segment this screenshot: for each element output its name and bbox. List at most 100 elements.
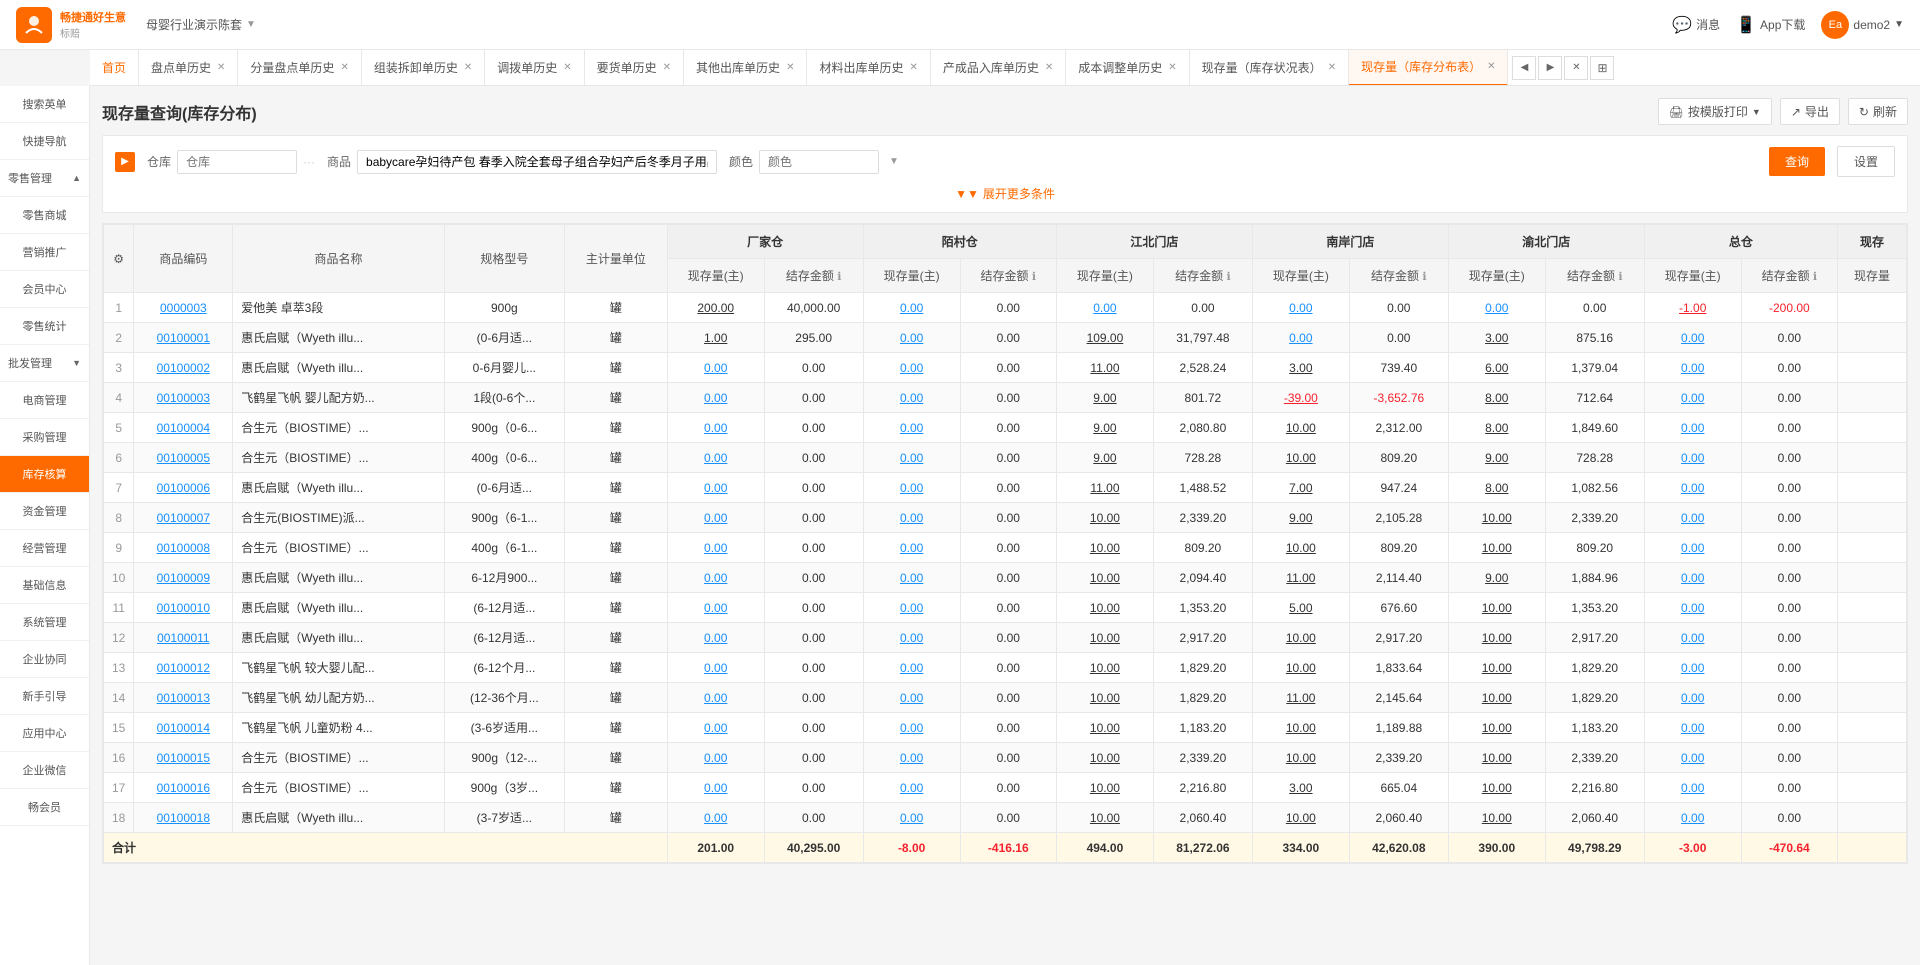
row-total-qty[interactable]: 0.00: [1644, 413, 1741, 443]
row-factory-qty[interactable]: 0.00: [667, 683, 764, 713]
row-mocun-qty[interactable]: 0.00: [863, 713, 960, 743]
expand-arrow-btn[interactable]: ▶: [115, 152, 135, 172]
row-nanan-qty[interactable]: 10.00: [1252, 533, 1349, 563]
sidebar-item-system[interactable]: 系统管理: [0, 604, 89, 641]
row-total-qty[interactable]: 0.00: [1644, 653, 1741, 683]
sidebar-item-newbie[interactable]: 新手引导: [0, 678, 89, 715]
row-total-qty[interactable]: 0.00: [1644, 503, 1741, 533]
row-yubei-qty[interactable]: 10.00: [1448, 623, 1545, 653]
nav-tab-8[interactable]: 产成品入库单历史 ✕: [931, 50, 1066, 86]
row-jiangbei-qty[interactable]: 11.00: [1056, 473, 1153, 503]
row-code[interactable]: 00100006: [134, 473, 233, 503]
row-code[interactable]: 00100001: [134, 323, 233, 353]
row-yubei-qty[interactable]: 10.00: [1448, 803, 1545, 833]
row-yubei-qty[interactable]: 10.00: [1448, 653, 1545, 683]
nav-tab-4[interactable]: 调拨单历史 ✕: [485, 50, 584, 86]
row-mocun-qty[interactable]: 0.00: [863, 383, 960, 413]
row-nanan-qty[interactable]: 11.00: [1252, 683, 1349, 713]
export-btn[interactable]: ↗ 导出: [1780, 98, 1840, 125]
row-yubei-qty[interactable]: 6.00: [1448, 353, 1545, 383]
nav-tab-7[interactable]: 材料出库单历史 ✕: [807, 50, 930, 86]
row-yubei-qty[interactable]: 0.00: [1448, 293, 1545, 323]
query-btn[interactable]: 查询: [1769, 147, 1825, 176]
close-tab-5[interactable]: ✕: [663, 62, 671, 73]
nav-tab-10[interactable]: 现存量（库存状况表） ✕: [1190, 50, 1349, 86]
row-jiangbei-qty[interactable]: 10.00: [1056, 743, 1153, 773]
row-factory-qty[interactable]: 0.00: [667, 443, 764, 473]
row-yubei-qty[interactable]: 9.00: [1448, 443, 1545, 473]
nav-next[interactable]: ▶: [1538, 56, 1562, 80]
row-factory-qty[interactable]: 0.00: [667, 773, 764, 803]
row-code[interactable]: 00100011: [134, 623, 233, 653]
row-factory-qty[interactable]: 0.00: [667, 653, 764, 683]
row-nanan-qty[interactable]: 10.00: [1252, 803, 1349, 833]
close-tab-10[interactable]: ✕: [1328, 62, 1336, 73]
row-jiangbei-qty[interactable]: 9.00: [1056, 413, 1153, 443]
sidebar-item-retail-stats[interactable]: 零售统计: [0, 308, 89, 345]
nav-tab-3[interactable]: 组装拆卸单历史 ✕: [362, 50, 485, 86]
row-nanan-qty[interactable]: 10.00: [1252, 713, 1349, 743]
color-input[interactable]: [759, 150, 879, 174]
row-mocun-qty[interactable]: 0.00: [863, 533, 960, 563]
row-code[interactable]: 00100012: [134, 653, 233, 683]
row-yubei-qty[interactable]: 10.00: [1448, 713, 1545, 743]
row-code[interactable]: 00100004: [134, 413, 233, 443]
nav-close-all[interactable]: ✕: [1564, 56, 1588, 80]
row-yubei-qty[interactable]: 10.00: [1448, 533, 1545, 563]
refresh-btn[interactable]: ↻ 刷新: [1848, 98, 1908, 125]
yubei-amt-info[interactable]: ℹ: [1618, 271, 1622, 283]
row-jiangbei-qty[interactable]: 10.00: [1056, 803, 1153, 833]
row-factory-qty[interactable]: 0.00: [667, 803, 764, 833]
industry-selector[interactable]: 母婴行业演示陈套 ▼: [146, 16, 256, 33]
jiangbei-amt-info[interactable]: ℹ: [1226, 271, 1230, 283]
nanan-amt-info[interactable]: ℹ: [1422, 271, 1426, 283]
row-code[interactable]: 00100003: [134, 383, 233, 413]
nav-tab-2[interactable]: 分量盘点单历史 ✕: [238, 50, 361, 86]
row-jiangbei-qty[interactable]: 11.00: [1056, 353, 1153, 383]
row-total-qty[interactable]: -1.00: [1644, 293, 1741, 323]
row-total-qty[interactable]: 0.00: [1644, 323, 1741, 353]
settings-btn[interactable]: 设置: [1837, 146, 1895, 177]
row-yubei-qty[interactable]: 8.00: [1448, 383, 1545, 413]
row-jiangbei-qty[interactable]: 10.00: [1056, 623, 1153, 653]
row-factory-qty[interactable]: 0.00: [667, 713, 764, 743]
sidebar-item-wechat[interactable]: 企业微信: [0, 752, 89, 789]
row-code[interactable]: 00100002: [134, 353, 233, 383]
row-factory-qty[interactable]: 0.00: [667, 563, 764, 593]
row-mocun-qty[interactable]: 0.00: [863, 323, 960, 353]
row-mocun-qty[interactable]: 0.00: [863, 653, 960, 683]
warehouse-input[interactable]: [177, 150, 297, 174]
row-nanan-qty[interactable]: 0.00: [1252, 293, 1349, 323]
row-factory-qty[interactable]: 1.00: [667, 323, 764, 353]
row-jiangbei-qty[interactable]: 10.00: [1056, 773, 1153, 803]
row-yubei-qty[interactable]: 9.00: [1448, 563, 1545, 593]
sidebar-item-member2[interactable]: 畅会员: [0, 789, 89, 826]
row-code[interactable]: 00100014: [134, 713, 233, 743]
row-nanan-qty[interactable]: 7.00: [1252, 473, 1349, 503]
row-total-qty[interactable]: 0.00: [1644, 533, 1741, 563]
row-yubei-qty[interactable]: 10.00: [1448, 503, 1545, 533]
row-code[interactable]: 00100018: [134, 803, 233, 833]
sidebar-item-wholesale[interactable]: 批发管理 ▼: [0, 345, 89, 382]
row-nanan-qty[interactable]: 3.00: [1252, 353, 1349, 383]
row-jiangbei-qty[interactable]: 10.00: [1056, 713, 1153, 743]
row-code[interactable]: 00100013: [134, 683, 233, 713]
nav-home[interactable]: 首页: [90, 50, 139, 86]
row-total-qty[interactable]: 0.00: [1644, 563, 1741, 593]
row-nanan-qty[interactable]: 9.00: [1252, 503, 1349, 533]
sidebar-item-search[interactable]: 搜索英单: [0, 86, 89, 123]
sidebar-item-marketing[interactable]: 营销推广: [0, 234, 89, 271]
row-total-qty[interactable]: 0.00: [1644, 623, 1741, 653]
row-jiangbei-qty[interactable]: 9.00: [1056, 443, 1153, 473]
row-nanan-qty[interactable]: 0.00: [1252, 323, 1349, 353]
expand-btn[interactable]: ▼▼ 展开更多条件: [955, 185, 1055, 202]
row-jiangbei-qty[interactable]: 109.00: [1056, 323, 1153, 353]
row-nanan-qty[interactable]: 10.00: [1252, 623, 1349, 653]
close-tab-6[interactable]: ✕: [786, 62, 794, 73]
nav-prev[interactable]: ◀: [1512, 56, 1536, 80]
row-total-qty[interactable]: 0.00: [1644, 473, 1741, 503]
row-jiangbei-qty[interactable]: 10.00: [1056, 563, 1153, 593]
row-total-qty[interactable]: 0.00: [1644, 683, 1741, 713]
row-mocun-qty[interactable]: 0.00: [863, 473, 960, 503]
sidebar-item-purchase[interactable]: 采购管理: [0, 419, 89, 456]
